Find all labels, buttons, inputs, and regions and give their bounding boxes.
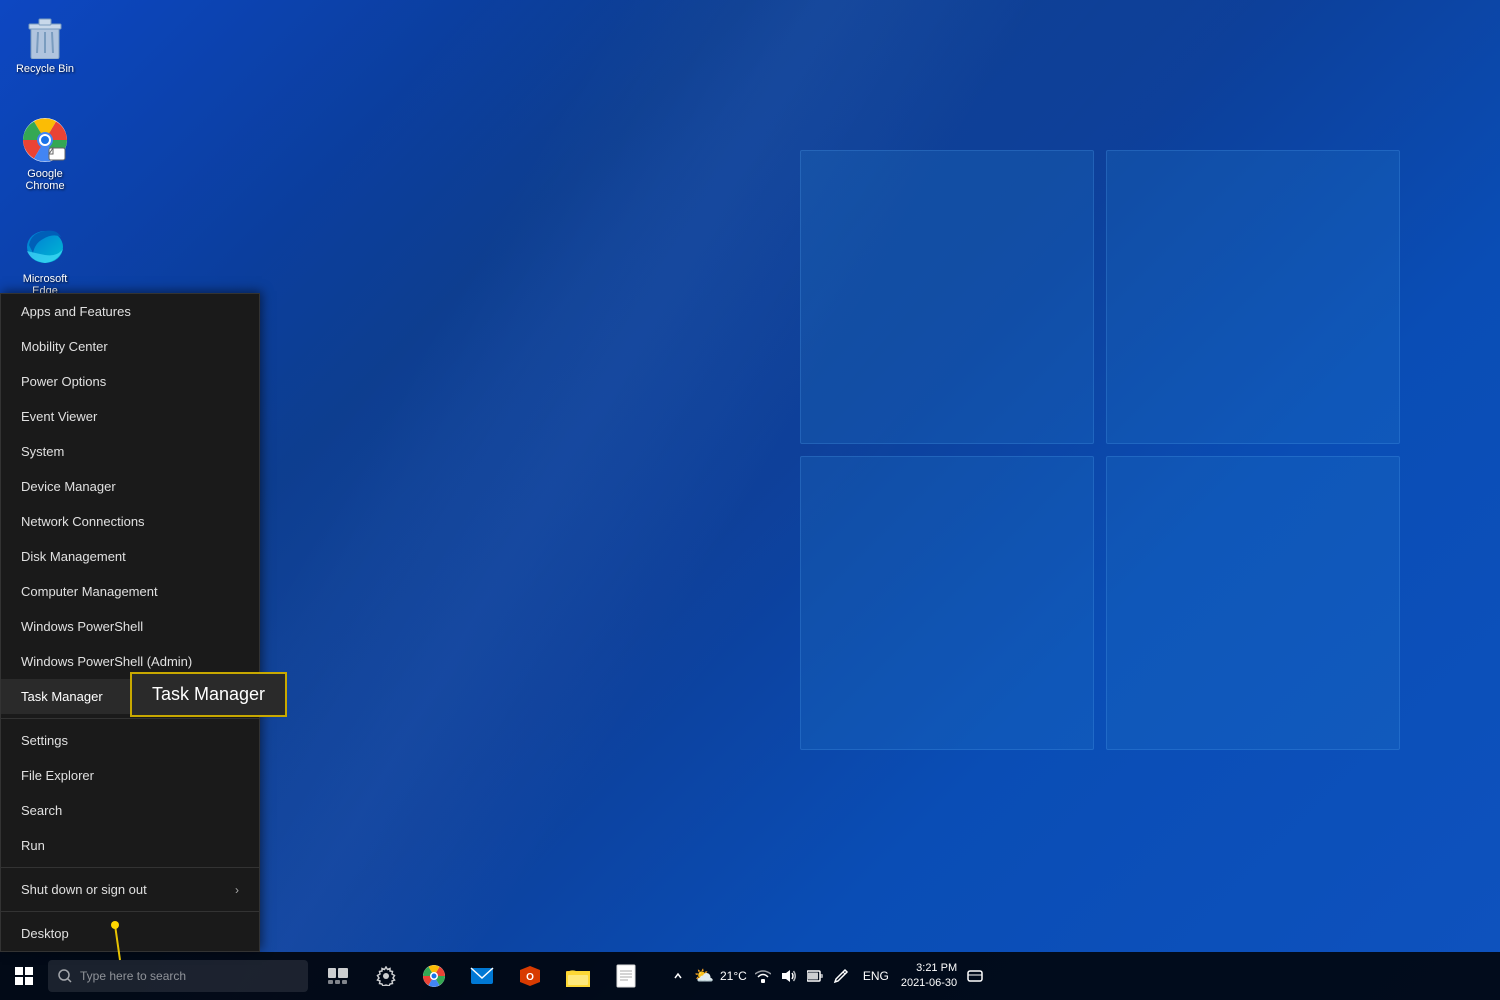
taskbar-office[interactable]: O: [508, 954, 552, 998]
taskbar-clock[interactable]: 3:21 PM 2021-06-30: [901, 961, 957, 992]
tray-sound[interactable]: [779, 966, 799, 986]
logo-pane-br: [1106, 456, 1400, 750]
menu-item-shut-down[interactable]: Shut down or sign out ›: [1, 872, 259, 907]
office-taskbar-icon: O: [518, 964, 542, 988]
system-tray-icons: ⛅ 21°C: [668, 966, 851, 986]
menu-item-desktop[interactable]: Desktop: [1, 916, 259, 951]
mail-taskbar-icon: [470, 966, 494, 986]
tray-network[interactable]: [753, 966, 773, 986]
recycle-bin-label: Recycle Bin: [16, 63, 74, 75]
windows-logo-desktop: [800, 150, 1400, 750]
menu-item-mobility-center[interactable]: Mobility Center: [1, 329, 259, 364]
chrome-icon: [21, 116, 69, 164]
battery-icon: [807, 970, 823, 982]
file-explorer-taskbar-icon: [566, 965, 590, 987]
taskbar-file-explorer[interactable]: [556, 954, 600, 998]
network-icon: [755, 969, 771, 983]
menu-item-event-viewer[interactable]: Event Viewer: [1, 399, 259, 434]
menu-item-power-options[interactable]: Power Options: [1, 364, 259, 399]
chrome-taskbar-icon: [422, 964, 446, 988]
search-placeholder: Type here to search: [80, 969, 186, 983]
menu-item-run[interactable]: Run: [1, 828, 259, 863]
taskbar-time: 3:21 PM: [901, 961, 957, 976]
desktop-icon-edge[interactable]: Microsoft Edge: [5, 215, 85, 303]
recycle-bin-icon: [21, 11, 69, 59]
notepad-taskbar-icon: [616, 964, 636, 988]
task-manager-tooltip: Task Manager: [130, 672, 287, 717]
taskbar-mail[interactable]: [460, 954, 504, 998]
menu-item-apps-features[interactable]: Apps and Features: [1, 294, 259, 329]
shut-down-arrow: ›: [235, 883, 239, 897]
taskbar-app-icons: O: [308, 954, 656, 998]
taskbar-settings[interactable]: [364, 954, 408, 998]
taskbar: Type here to search: [0, 952, 1500, 1000]
chevron-up-icon: [673, 971, 683, 981]
chrome-label: Google Chrome: [11, 168, 79, 192]
desktop-icon-recycle-bin[interactable]: Recycle Bin: [5, 5, 85, 81]
menu-item-device-manager[interactable]: Device Manager: [1, 469, 259, 504]
logo-pane-bl: [800, 456, 1094, 750]
menu-divider-1: [1, 718, 259, 719]
menu-divider-3: [1, 911, 259, 912]
context-menu: Apps and Features Mobility Center Power …: [0, 293, 260, 952]
tray-weather[interactable]: ⛅: [694, 966, 714, 986]
desktop-icon-chrome[interactable]: Google Chrome: [5, 110, 85, 198]
tray-temperature: 21°C: [720, 969, 747, 983]
tray-notifications[interactable]: [965, 966, 985, 986]
tray-language: ENG: [863, 969, 889, 983]
taskbar-task-view[interactable]: [316, 954, 360, 998]
tray-expand[interactable]: [668, 966, 688, 986]
svg-text:O: O: [526, 972, 534, 983]
desktop: Recycle Bin Google Chrome: [0, 0, 1500, 1000]
windows-start-icon: [15, 967, 33, 985]
taskbar-date: 2021-06-30: [901, 976, 957, 991]
menu-divider-2: [1, 867, 259, 868]
logo-pane-tr: [1106, 150, 1400, 444]
menu-item-system[interactable]: System: [1, 434, 259, 469]
start-button[interactable]: [0, 952, 48, 1000]
menu-item-settings[interactable]: Settings: [1, 723, 259, 758]
tray-pen[interactable]: [831, 966, 851, 986]
settings-taskbar-icon: [376, 966, 396, 986]
menu-item-computer-management[interactable]: Computer Management: [1, 574, 259, 609]
menu-item-network-connections[interactable]: Network Connections: [1, 504, 259, 539]
sound-icon: [781, 968, 797, 984]
pen-icon: [833, 968, 849, 984]
notifications-icon: [967, 968, 983, 984]
menu-item-file-explorer[interactable]: File Explorer: [1, 758, 259, 793]
tray-battery[interactable]: [805, 966, 825, 986]
menu-item-disk-management[interactable]: Disk Management: [1, 539, 259, 574]
logo-pane-tl: [800, 150, 1094, 444]
menu-item-windows-powershell[interactable]: Windows PowerShell: [1, 609, 259, 644]
taskbar-notepad[interactable]: [604, 954, 648, 998]
taskbar-tray: ⛅ 21°C: [656, 961, 997, 992]
taskbar-search[interactable]: Type here to search: [48, 960, 308, 992]
taskbar-chrome[interactable]: [412, 954, 456, 998]
edge-icon: [21, 221, 69, 269]
taskbar-search-icon: [58, 969, 72, 983]
menu-item-search[interactable]: Search: [1, 793, 259, 828]
task-view-icon: [328, 968, 348, 984]
